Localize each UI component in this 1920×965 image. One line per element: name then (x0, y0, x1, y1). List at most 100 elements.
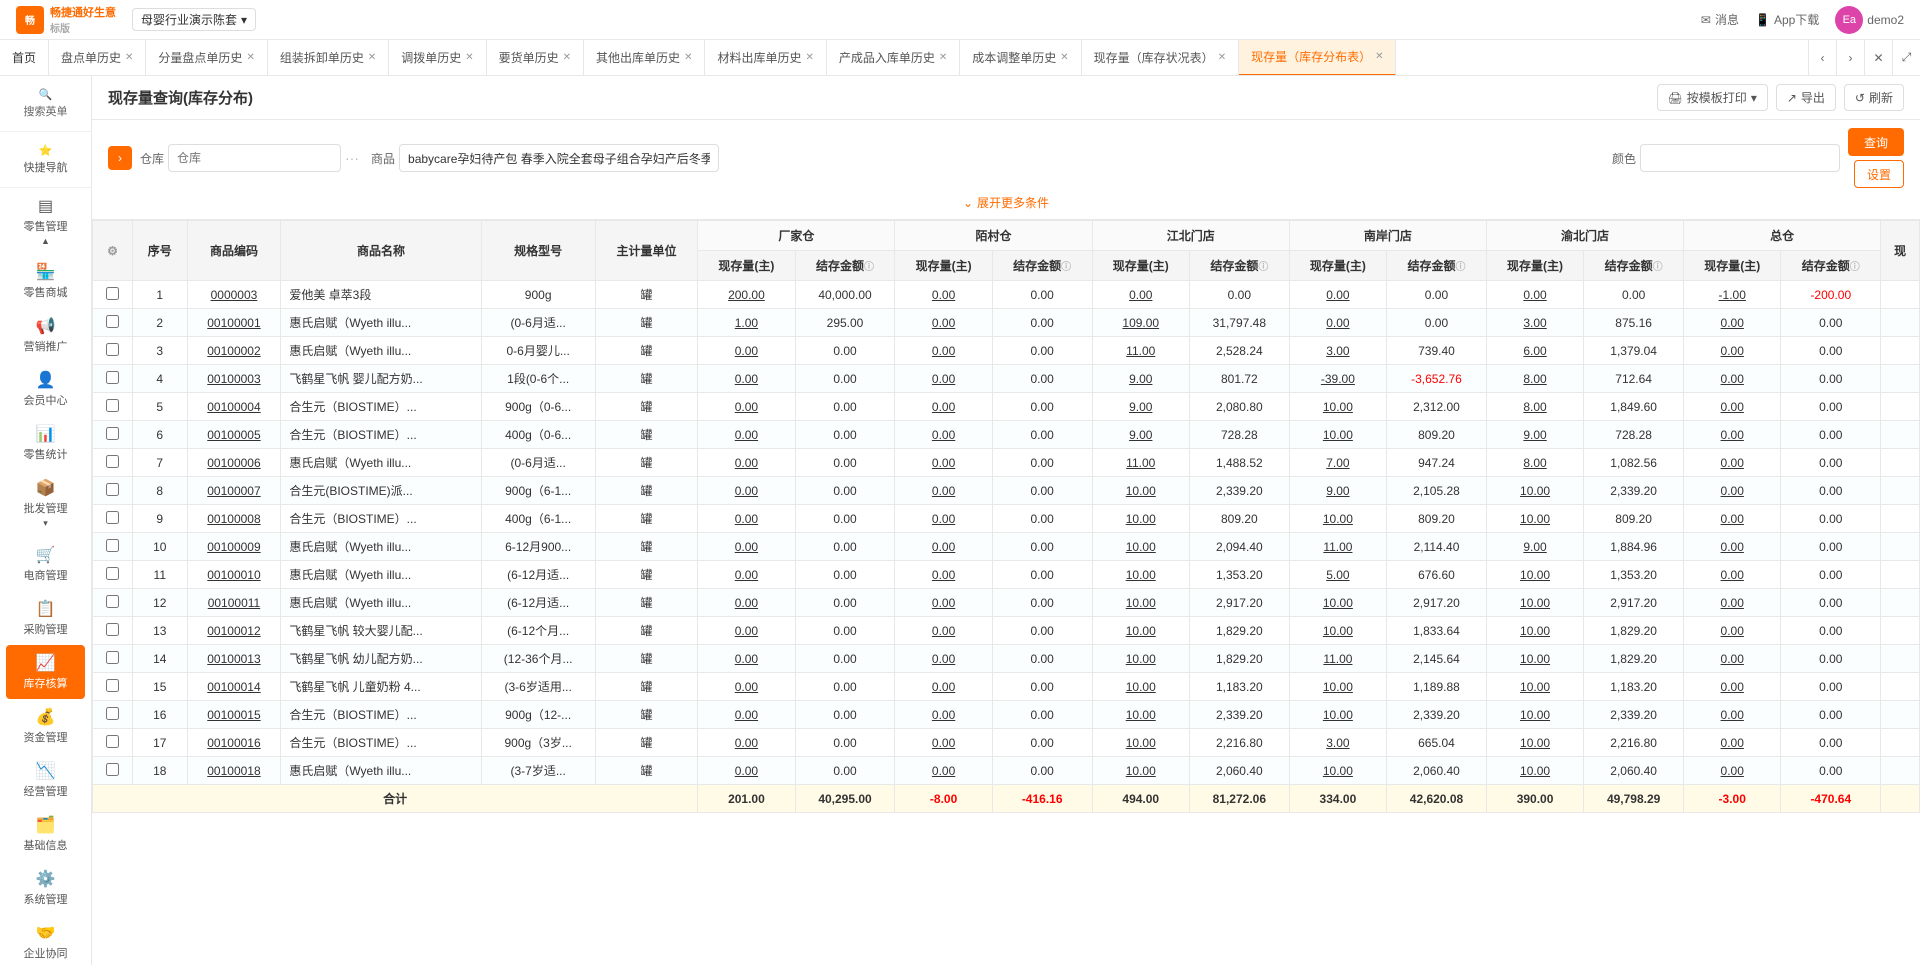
info-icon[interactable]: ⓘ (1455, 262, 1465, 273)
qty-link[interactable]: 9.00 (1129, 400, 1152, 414)
info-icon[interactable]: ⓘ (1653, 262, 1663, 273)
qty-link[interactable]: 0.00 (932, 428, 955, 442)
code-link[interactable]: 00100015 (207, 708, 260, 722)
qty-link[interactable]: 0.00 (932, 512, 955, 526)
warehouse-more-icon[interactable]: ··· (345, 150, 359, 166)
qty-link[interactable]: 10.00 (1126, 512, 1156, 526)
tab-cost-adjust[interactable]: 成本调整单历史 ✕ (960, 40, 1081, 76)
info-icon[interactable]: ⓘ (1061, 262, 1071, 273)
qty-link[interactable]: 200.00 (728, 288, 765, 302)
qty-link[interactable]: 11.00 (1126, 456, 1155, 470)
query-btn[interactable]: 查询 (1848, 128, 1904, 156)
qty-link[interactable]: 9.00 (1523, 428, 1546, 442)
qty-link[interactable]: 0.00 (932, 316, 955, 330)
row-check[interactable] (93, 337, 133, 365)
row-check[interactable] (93, 561, 133, 589)
org-dropdown[interactable]: 母婴行业演示陈套 ▾ (132, 8, 256, 31)
warehouse-input[interactable] (168, 144, 341, 172)
qty-link[interactable]: 0.00 (735, 372, 758, 386)
color-input[interactable] (1640, 144, 1840, 172)
qty-link[interactable]: 10.00 (1520, 652, 1550, 666)
close-icon[interactable]: ✕ (1218, 52, 1226, 63)
qty-link[interactable]: 0.00 (735, 428, 758, 442)
qty-link[interactable]: 0.00 (932, 344, 955, 358)
sidebar-item-ecommerce[interactable]: 🛒 电商管理 (0, 537, 91, 591)
row-check[interactable] (93, 505, 133, 533)
qty-link[interactable]: 0.00 (735, 540, 758, 554)
row-checkbox[interactable] (106, 651, 119, 664)
qty-link[interactable]: 3.00 (1523, 316, 1546, 330)
row-checkbox[interactable] (106, 735, 119, 748)
qty-link[interactable]: 10.00 (1323, 624, 1353, 638)
info-icon[interactable]: ⓘ (1258, 262, 1268, 273)
tab-home[interactable]: 首页 (0, 40, 49, 76)
qty-link[interactable]: 3.00 (1326, 344, 1349, 358)
close-icon[interactable]: ✕ (563, 52, 571, 63)
qty-link[interactable]: 10.00 (1126, 484, 1156, 498)
qty-link[interactable]: 0.00 (735, 456, 758, 470)
sidebar-item-inventory[interactable]: 📈 库存核算 (6, 645, 85, 699)
qty-link[interactable]: -39.00 (1321, 372, 1355, 386)
row-checkbox[interactable] (106, 315, 119, 328)
tab-material-out[interactable]: 材料出库单历史 ✕ (705, 40, 826, 76)
sidebar-item-system[interactable]: ⚙️ 系统管理 (0, 861, 91, 915)
qty-link[interactable]: 0.00 (1523, 288, 1546, 302)
filter-toggle-btn[interactable]: › (108, 146, 132, 170)
row-check[interactable] (93, 281, 133, 309)
code-link[interactable]: 00100014 (207, 680, 260, 694)
close-icon[interactable]: ✕ (939, 52, 947, 63)
qty-link[interactable]: 10.00 (1520, 764, 1550, 778)
qty-link[interactable]: 0.00 (735, 680, 758, 694)
code-link[interactable]: 00100012 (207, 624, 260, 638)
qty-link[interactable]: 0.00 (932, 652, 955, 666)
code-link[interactable]: 0000003 (211, 288, 258, 302)
qty-link[interactable]: 0.00 (735, 624, 758, 638)
code-link[interactable]: 00100007 (207, 484, 260, 498)
tab-purchase-req[interactable]: 要货单历史 ✕ (487, 40, 584, 76)
qty-link[interactable]: 9.00 (1129, 428, 1152, 442)
qty-link[interactable]: 0.00 (735, 764, 758, 778)
qty-link[interactable]: 5.00 (1326, 568, 1349, 582)
tab-other-out[interactable]: 其他出库单历史 ✕ (584, 40, 705, 76)
qty-link[interactable]: 10.00 (1126, 680, 1156, 694)
tab-stock-status[interactable]: 现存量（库存状况表） ✕ (1082, 40, 1239, 76)
qty-link[interactable]: 10.00 (1323, 708, 1353, 722)
qty-link[interactable]: 10.00 (1520, 568, 1550, 582)
qty-link[interactable]: 6.00 (1523, 344, 1546, 358)
qty-link[interactable]: 10.00 (1126, 624, 1156, 638)
qty-link[interactable]: 0.00 (1129, 288, 1152, 302)
sidebar-item-retail-stats[interactable]: 📊 零售统计 (0, 416, 91, 470)
code-link[interactable]: 00100013 (207, 652, 260, 666)
sidebar-item-retail-mgmt[interactable]: ▤ 零售管理 ▲ (0, 188, 91, 254)
refresh-btn[interactable]: ↺ 刷新 (1844, 84, 1904, 111)
qty-link[interactable]: 0.00 (735, 400, 758, 414)
qty-link[interactable]: 0.00 (735, 568, 758, 582)
code-link[interactable]: 00100016 (207, 736, 260, 750)
code-link[interactable]: 00100011 (208, 596, 261, 610)
code-link[interactable]: 00100003 (207, 372, 260, 386)
qty-link[interactable]: 10.00 (1126, 764, 1156, 778)
message-btn[interactable]: ✉ 消息 (1701, 11, 1739, 28)
qty-link[interactable]: 10.00 (1323, 428, 1353, 442)
qty-link[interactable]: 0.00 (932, 736, 955, 750)
qty-link[interactable]: 10.00 (1520, 512, 1550, 526)
nav-close-btn[interactable]: ✕ (1864, 40, 1892, 76)
close-icon[interactable]: ✕ (1060, 52, 1068, 63)
row-checkbox[interactable] (106, 371, 119, 384)
qty-link[interactable]: 0.00 (932, 456, 955, 470)
qty-link[interactable]: 0.00 (932, 400, 955, 414)
row-checkbox[interactable] (106, 763, 119, 776)
qty-link[interactable]: 10.00 (1126, 652, 1156, 666)
gear-icon[interactable]: ⚙ (107, 244, 118, 258)
qty-link[interactable]: 10.00 (1520, 596, 1550, 610)
row-check[interactable] (93, 701, 133, 729)
tab-stock-dist[interactable]: 现存量（库存分布表） ✕ (1239, 40, 1396, 76)
qty-link[interactable]: 0.00 (735, 736, 758, 750)
row-checkbox[interactable] (106, 287, 119, 300)
sidebar-item-ops[interactable]: 📉 经营管理 (0, 753, 91, 807)
row-check[interactable] (93, 365, 133, 393)
qty-link[interactable]: 3.00 (1326, 736, 1349, 750)
qty-link[interactable]: 10.00 (1520, 680, 1550, 694)
sidebar-item-wholesale[interactable]: 📦 批发管理 ▾ (0, 470, 91, 537)
tab-stocktake[interactable]: 盘点单历史 ✕ (49, 40, 146, 76)
